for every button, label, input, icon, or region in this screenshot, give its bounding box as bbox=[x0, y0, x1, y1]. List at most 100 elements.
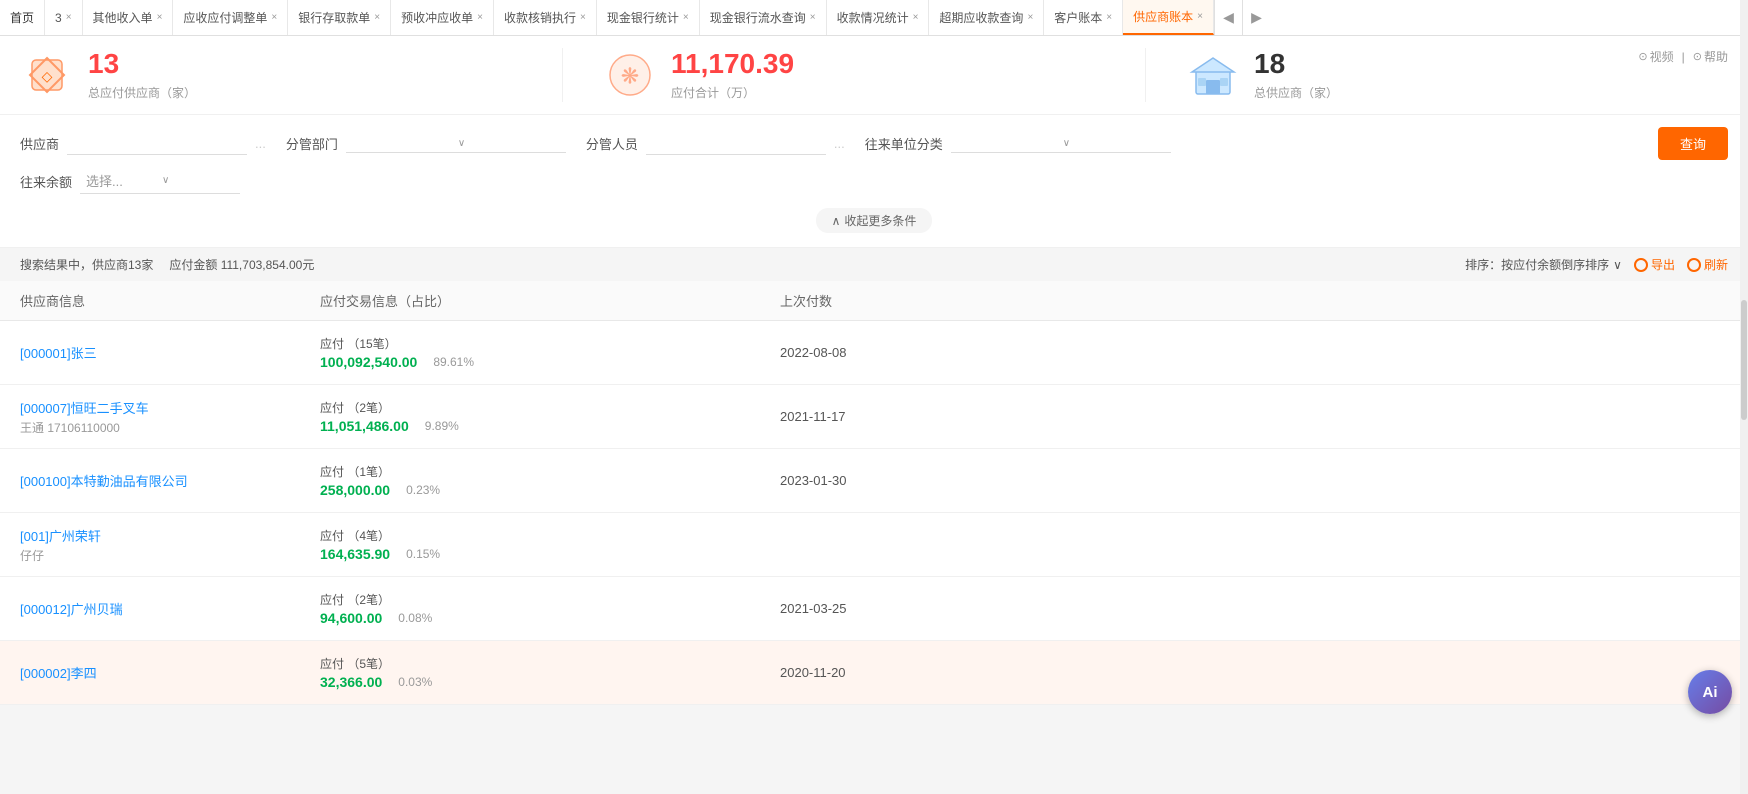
balance-select[interactable]: 选择... ∨ bbox=[80, 168, 240, 194]
trans-amount: 32,366.00 bbox=[320, 674, 382, 690]
supplier-cell: [000002]李四 bbox=[20, 663, 320, 682]
lastpay-cell: 2020-11-20 bbox=[780, 665, 1728, 680]
supplier-cell: [000012]广州贝瑞 bbox=[20, 599, 320, 618]
top-right-links: ⊙ 视频 | ⊙ 帮助 bbox=[1638, 48, 1728, 65]
collapse-button[interactable]: ∧ 收起更多条件 bbox=[816, 208, 933, 233]
close-icon[interactable]: × bbox=[580, 12, 586, 23]
trans-percent: 0.15% bbox=[406, 547, 440, 561]
transaction-cell: 应付 （15笔） 100,092,540.00 89.61% bbox=[320, 335, 780, 370]
trans-percent: 9.89% bbox=[425, 419, 459, 433]
close-icon[interactable]: × bbox=[374, 12, 380, 23]
table-row[interactable]: [000001]张三 应付 （15笔） 100,092,540.00 89.61… bbox=[0, 321, 1748, 385]
supplier-link[interactable]: [000002]李四 bbox=[20, 666, 97, 681]
nav-tab-collection-stats[interactable]: 收款情况统计 × bbox=[827, 0, 930, 35]
nav-tab-bank-deposit[interactable]: 银行存取款单 × bbox=[288, 0, 391, 35]
filter-row-1: 供应商 ... 分管部门 ∨ 分管人员 ... 往来单位分类 ∨ 查询 bbox=[20, 127, 1728, 160]
filter-balance: 往来余额 选择... ∨ bbox=[20, 168, 240, 194]
close-icon[interactable]: × bbox=[913, 12, 919, 23]
top-navigation: 首页 3 × 其他收入单 × 应收应付调整单 × 银行存取款单 × 预收冲应收单… bbox=[0, 0, 1748, 36]
last-pay-date: 2021-11-17 bbox=[780, 409, 846, 424]
transaction-cell: 应付 （2笔） 11,051,486.00 9.89% bbox=[320, 399, 780, 434]
last-pay-date: 2021-03-25 bbox=[780, 601, 847, 616]
collapse-row: ∧ 收起更多条件 bbox=[20, 202, 1728, 239]
nav-tab-3[interactable]: 3 × bbox=[45, 0, 83, 35]
export-button[interactable]: 导出 bbox=[1634, 256, 1675, 273]
close-icon[interactable]: × bbox=[1027, 12, 1033, 23]
filter-supplier: 供应商 ... bbox=[20, 133, 266, 155]
table-row[interactable]: [000002]李四 应付 （5笔） 32,366.00 0.03% 2020-… bbox=[0, 641, 1748, 705]
chevron-down-icon: ∨ bbox=[162, 175, 234, 186]
scroll-thumb[interactable] bbox=[1741, 300, 1747, 420]
svg-text:◇: ◇ bbox=[42, 68, 53, 84]
nav-tab-supplier-book[interactable]: 供应商账本 × bbox=[1123, 0, 1214, 35]
supplier-link[interactable]: [001]广州荣轩 bbox=[20, 529, 101, 544]
refresh-button[interactable]: 刷新 bbox=[1687, 256, 1728, 273]
help-link[interactable]: ⊙ 帮助 bbox=[1693, 48, 1728, 65]
last-pay-date: 2022-08-08 bbox=[780, 345, 847, 360]
supplier-cell: [001]广州荣轩 仔仔 bbox=[20, 526, 320, 564]
supplier-cell: [000001]张三 bbox=[20, 343, 320, 362]
nav-prev-button[interactable]: ◀ bbox=[1214, 0, 1242, 35]
trans-label: 应付 （2笔） bbox=[320, 399, 780, 416]
sort-select[interactable]: 排序：按应付余额倒序排序 ∨ bbox=[1465, 256, 1622, 273]
col-header-transaction: 应付交易信息（占比） bbox=[320, 291, 780, 310]
supplier-input[interactable] bbox=[67, 133, 247, 155]
close-icon[interactable]: × bbox=[1197, 11, 1203, 22]
lastpay-cell: 2021-11-17 bbox=[780, 409, 1728, 424]
col-header-lastpay: 上次付数 bbox=[780, 291, 1728, 310]
scrollbar[interactable] bbox=[1740, 0, 1748, 794]
trans-percent: 0.08% bbox=[398, 611, 432, 625]
result-actions: 排序：按应付余额倒序排序 ∨ 导出 刷新 bbox=[1465, 256, 1728, 273]
close-icon[interactable]: × bbox=[477, 12, 483, 23]
nav-tab-cash-flow[interactable]: 现金银行流水查询 × bbox=[700, 0, 827, 35]
transaction-cell: 应付 （2笔） 94,600.00 0.08% bbox=[320, 591, 780, 626]
col-header-supplier: 供应商信息 bbox=[20, 291, 320, 310]
nav-tab-overdue[interactable]: 超期应收款查询 × bbox=[929, 0, 1044, 35]
lastpay-cell: 2022-08-08 bbox=[780, 345, 1728, 360]
supplier-link[interactable]: [000007]恒旺二手叉车 bbox=[20, 401, 149, 416]
filter-category: 往来单位分类 ∨ bbox=[865, 134, 1171, 153]
table-row[interactable]: [001]广州荣轩 仔仔 应付 （4笔） 164,635.90 0.15% bbox=[0, 513, 1748, 577]
query-button[interactable]: 查询 bbox=[1658, 127, 1728, 160]
category-select[interactable]: ∨ bbox=[951, 135, 1171, 153]
filter-row-2: 往来余额 选择... ∨ bbox=[20, 168, 1728, 194]
close-icon[interactable]: × bbox=[810, 12, 816, 23]
stat-payable-amount: ❋ 11,170.39 应付合计（万） bbox=[563, 48, 1146, 102]
table-row[interactable]: [000012]广州贝瑞 应付 （2笔） 94,600.00 0.08% 202… bbox=[0, 577, 1748, 641]
nav-tab-other-income[interactable]: 其他收入单 × bbox=[83, 0, 174, 35]
chevron-down-icon: ∨ bbox=[1613, 258, 1622, 272]
supplier-link[interactable]: [000012]广州贝瑞 bbox=[20, 602, 123, 617]
nav-tab-cash-stats[interactable]: 现金银行统计 × bbox=[597, 0, 700, 35]
dept-select[interactable]: ∨ bbox=[346, 135, 566, 153]
nav-tab-prepay[interactable]: 预收冲应收单 × bbox=[391, 0, 494, 35]
supplier-link[interactable]: [000001]张三 bbox=[20, 346, 97, 361]
table-row[interactable]: [000007]恒旺二手叉车 王通 17106110000 应付 （2笔） 11… bbox=[0, 385, 1748, 449]
filter-person: 分管人员 ... bbox=[586, 133, 845, 155]
supplier-cell: [000007]恒旺二手叉车 王通 17106110000 bbox=[20, 398, 320, 436]
nav-tab-adjustment[interactable]: 应收应付调整单 × bbox=[173, 0, 288, 35]
ai-assistant-button[interactable]: Ai bbox=[1688, 670, 1732, 714]
close-icon[interactable]: × bbox=[683, 12, 689, 23]
stats-bar: ◇ 13 总应付供应商（家） ❋ 11,170.39 应付合计（万） bbox=[0, 36, 1748, 115]
nav-tab-collection[interactable]: 收款核销执行 × bbox=[494, 0, 597, 35]
trans-amount: 258,000.00 bbox=[320, 482, 390, 498]
filter-dept: 分管部门 ∨ bbox=[286, 134, 566, 153]
supplier-link[interactable]: [000100]本特勤油品有限公司 bbox=[20, 474, 188, 489]
close-icon[interactable]: × bbox=[66, 12, 72, 23]
close-icon[interactable]: × bbox=[271, 12, 277, 23]
table-row[interactable]: [000100]本特勤油品有限公司 应付 （1笔） 258,000.00 0.2… bbox=[0, 449, 1748, 513]
nav-tab-home[interactable]: 首页 bbox=[0, 0, 45, 35]
close-icon[interactable]: × bbox=[157, 12, 163, 23]
export-icon bbox=[1634, 258, 1648, 272]
nav-tab-customer-book[interactable]: 客户账本 × bbox=[1044, 0, 1123, 35]
lastpay-cell: 2021-03-25 bbox=[780, 601, 1728, 616]
video-link[interactable]: ⊙ 视频 bbox=[1638, 48, 1673, 65]
trans-label: 应付 （4笔） bbox=[320, 527, 780, 544]
close-icon[interactable]: × bbox=[1106, 12, 1112, 23]
nav-next-button[interactable]: ▶ bbox=[1242, 0, 1270, 35]
person-input[interactable] bbox=[646, 133, 826, 155]
trans-amount: 164,635.90 bbox=[320, 546, 390, 562]
trans-label: 应付 （1笔） bbox=[320, 463, 780, 480]
last-pay-date: 2020-11-20 bbox=[780, 665, 846, 680]
lastpay-cell: 2023-01-30 bbox=[780, 473, 1728, 488]
